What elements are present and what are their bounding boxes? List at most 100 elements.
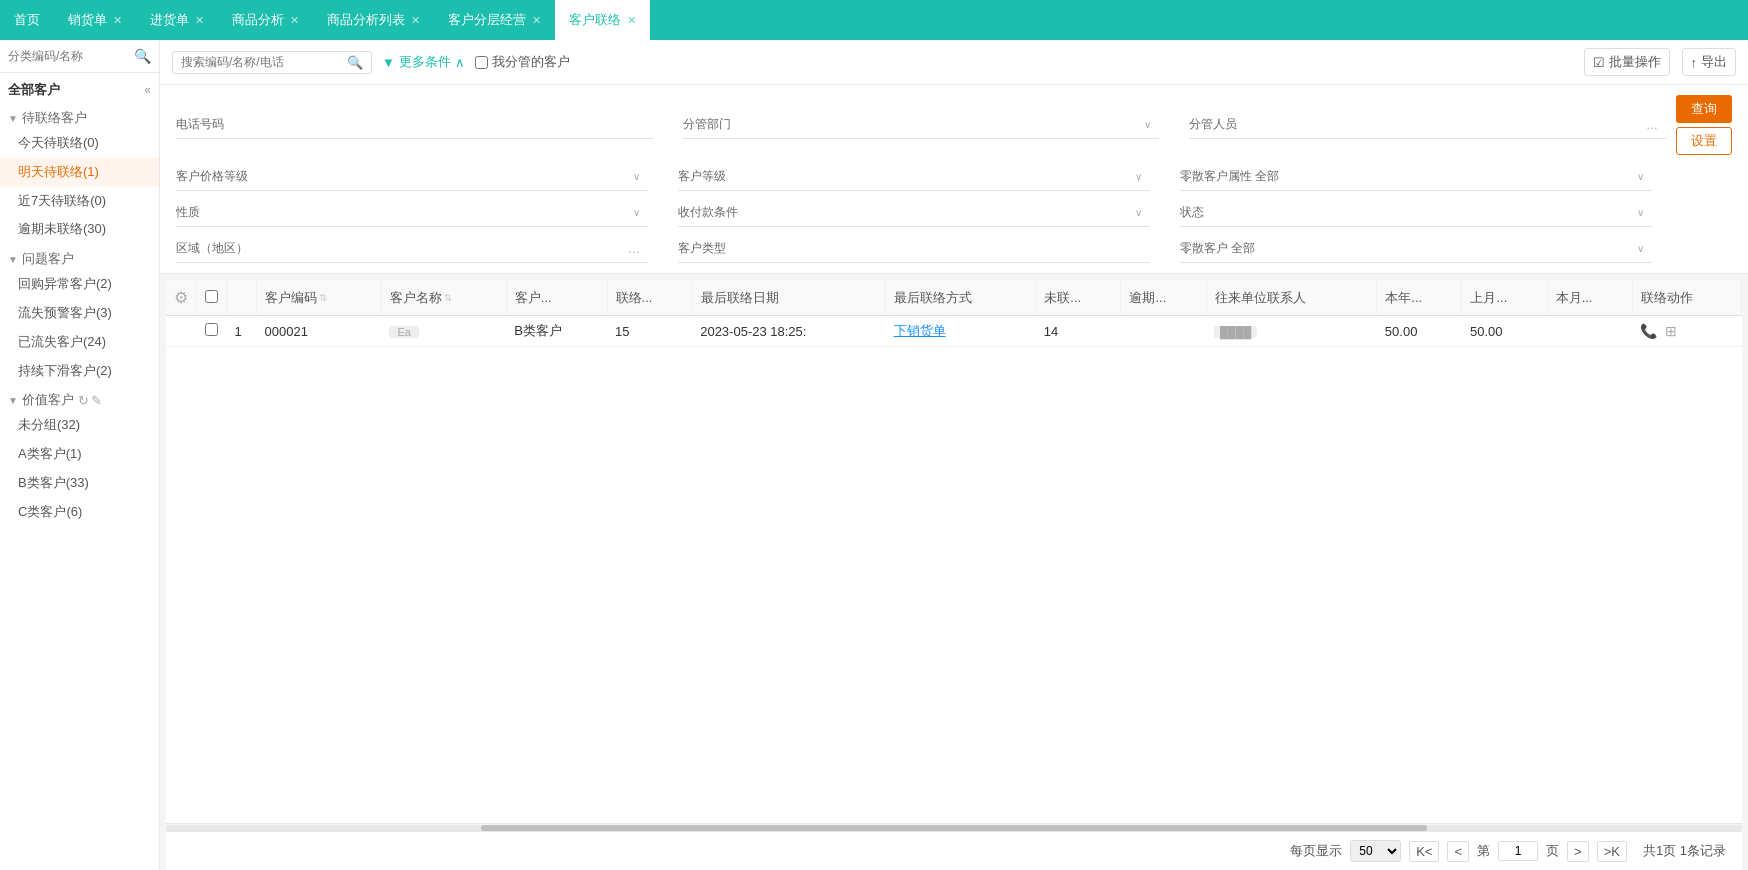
table-settings-icon[interactable]: ⚙ [174,289,188,306]
filter-status-arrow[interactable]: ∨ [1637,207,1644,218]
settings-button[interactable]: 设置 [1676,127,1732,155]
sidebar-item-today-contact[interactable]: 今天待联络(0) [0,129,159,158]
sidebar-item-churned[interactable]: 已流失客户(24) [0,328,159,357]
action-icon-phone[interactable]: 📞 [1640,323,1657,339]
sidebar-all-customers[interactable]: 全部客户 « [0,73,159,103]
row-last-contact-date: 2023-05-23 18:25: [692,316,885,347]
nav-close-product-analysis[interactable]: ✕ [290,14,299,27]
horizontal-scrollbar[interactable] [166,823,1742,831]
col-last-contact-method[interactable]: 最后联络方式 [886,280,1036,316]
row-checkbox[interactable] [205,323,218,336]
col-contacts[interactable]: 联络... [607,280,692,316]
select-all-checkbox[interactable] [205,290,218,303]
sidebar-item-declining[interactable]: 持续下滑客户(2) [0,357,159,386]
first-page-btn[interactable]: K< [1409,841,1439,862]
row-last-contact-method[interactable]: 下销货单 [886,316,1036,347]
filter-input-region[interactable] [254,242,622,256]
col-customer-type[interactable]: 客户... [506,280,607,316]
col-uncontacted[interactable]: 未联... [1036,280,1121,316]
sidebar-group-problem: ▼ 问题客户 [0,244,159,270]
nav-product-analysis-list[interactable]: 商品分析列表 ✕ [313,0,434,40]
sidebar-search-input[interactable] [8,49,134,63]
sidebar-item-churn-warning[interactable]: 流失预警客户(3) [0,299,159,328]
sidebar-item-tomorrow-contact[interactable]: 明天待联络(1) [0,158,159,187]
query-button[interactable]: 查询 [1676,95,1732,123]
col-last-month[interactable]: 上月... [1462,280,1547,316]
sidebar-group-value-refresh[interactable]: ↻ [78,393,89,408]
col-customer-name[interactable]: 客户名称 ⇅ [381,280,506,316]
filter-nature-arrow[interactable]: ∨ [633,207,640,218]
sidebar-item-c-class[interactable]: C类客户(6) [0,498,159,527]
filter-payment-arrow[interactable]: ∨ [1135,207,1142,218]
nav-close-purchase[interactable]: ✕ [195,14,204,27]
filter-region-dots[interactable]: … [628,242,640,256]
filter-customer-level-arrow[interactable]: ∨ [1135,171,1142,182]
row-this-year: 50.00 [1377,316,1462,347]
row-checkbox-cell[interactable] [197,316,227,347]
filter-input-payment[interactable] [754,206,1129,220]
export-btn[interactable]: ↑ 导出 [1682,48,1737,76]
page-size-select[interactable]: 50 100 200 [1350,840,1401,862]
sidebar-item-ungrouped[interactable]: 未分组(32) [0,411,159,440]
filter-input-customer-level[interactable] [754,170,1129,184]
filter-more-btn[interactable]: ▼ 更多条件 ∧ [382,53,465,71]
sidebar-item-b-class[interactable]: B类客户(33) [0,469,159,498]
last-page-btn[interactable]: >K [1597,841,1627,862]
filter-price-arrow[interactable]: ∨ [633,171,640,182]
search-input[interactable] [181,55,347,69]
col-settings[interactable]: ⚙ [166,280,197,316]
nav-close-customer-contact[interactable]: ✕ [627,14,636,27]
nav-home[interactable]: 首页 [0,0,54,40]
sidebar-item-repurchase-abnormal[interactable]: 回购异常客户(2) [0,270,159,299]
nav-close-customer-tier[interactable]: ✕ [532,14,541,27]
my-customers-checkbox[interactable] [475,56,488,69]
col-this-month[interactable]: 本月... [1547,280,1632,316]
filter-dept-arrow[interactable]: ∨ [1144,119,1151,130]
nav-customer-tier[interactable]: 客户分层经营 ✕ [434,0,555,40]
col-contact-action[interactable]: 联络动作 [1632,280,1741,316]
page-current-label: 第 [1477,842,1490,860]
nav-purchase[interactable]: 进货单 ✕ [136,0,218,40]
col-last-contact-date[interactable]: 最后联络日期 [692,280,885,316]
nav-customer-contact[interactable]: 客户联络 ✕ [555,0,650,40]
filter-scatter-customer-arrow[interactable]: ∨ [1637,243,1644,254]
sidebar-item-7days-contact[interactable]: 近7天待联络(0) [0,187,159,216]
col-this-year[interactable]: 本年... [1377,280,1462,316]
scrollbar-thumb[interactable] [481,825,1427,831]
nav-product-analysis[interactable]: 商品分析 ✕ [218,0,313,40]
filter-input-person[interactable] [1265,118,1640,132]
filter-person-dots[interactable]: … [1646,118,1658,132]
batch-operation-btn[interactable]: ☑ 批量操作 [1584,48,1670,76]
page-input[interactable] [1498,841,1538,861]
row-customer-type: B类客户 [506,316,607,347]
col-partner-contact[interactable]: 往来单位联系人 [1206,280,1377,316]
next-page-btn[interactable]: > [1567,841,1589,862]
nav-close-product-list[interactable]: ✕ [411,14,420,27]
col-sort-name: 客户名称 ⇅ [390,289,452,307]
filter-input-dept[interactable] [759,118,1139,132]
sidebar-item-a-class[interactable]: A类客户(1) [0,440,159,469]
filter-cell-phone: 电话号码 [176,111,653,139]
col-overdue[interactable]: 逾期... [1121,280,1206,316]
row-contact-method-link[interactable]: 下销货单 [894,323,946,338]
filter-scatter-arrow[interactable]: ∨ [1637,171,1644,182]
sidebar-collapse-icon[interactable]: « [144,83,151,97]
sidebar-group-value-edit[interactable]: ✎ [91,393,102,408]
filter-input-price-level[interactable] [254,170,627,184]
col-customer-code[interactable]: 客户编码 ⇅ [257,280,382,316]
sidebar-item-overdue-contact[interactable]: 逾期未联络(30) [0,215,159,244]
nav-sales[interactable]: 销货单 ✕ [54,0,136,40]
filter-input-customer-type[interactable] [754,242,1142,256]
nav-close-sales[interactable]: ✕ [113,14,122,27]
filter-input-scatter-customer[interactable] [1261,242,1631,256]
prev-page-btn[interactable]: < [1447,841,1469,862]
filter-input-nature[interactable] [252,206,627,220]
action-icon-grid[interactable]: ⊞ [1665,323,1677,339]
col-checkbox[interactable] [197,280,227,316]
sidebar-search-icon[interactable]: 🔍 [134,48,151,64]
filter-input-scatter-attr[interactable] [1285,170,1631,184]
filter-input-status[interactable] [1256,206,1631,220]
filter-input-phone[interactable] [252,118,645,132]
search-bar: 🔍 ▼ 更多条件 ∧ 我分管的客户 ☑ 批量操作 ↑ 导出 [160,40,1748,85]
filter-cell-dept: 分管部门 ∨ [683,111,1160,139]
